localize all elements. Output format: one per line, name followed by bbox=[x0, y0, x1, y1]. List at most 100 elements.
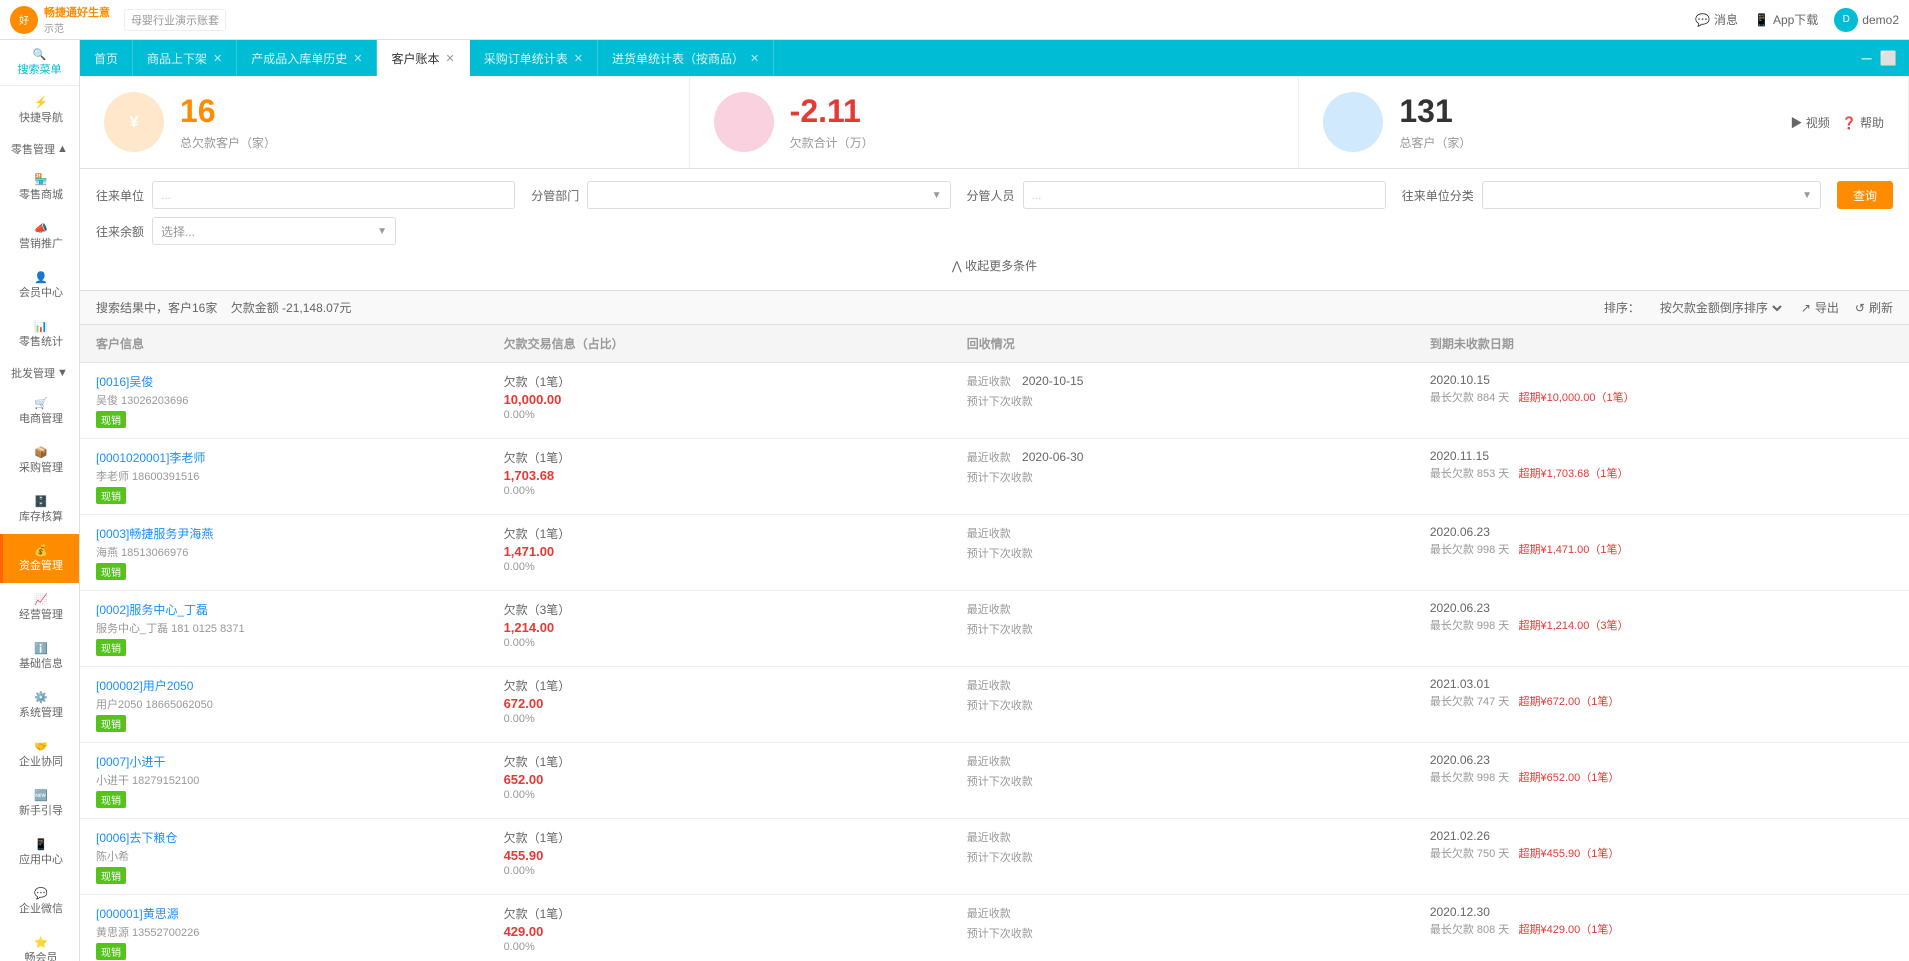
export-btn[interactable]: ↗ 导出 bbox=[1801, 299, 1839, 316]
main-layout: 🔍 搜索菜单 ⚡ 快捷导航 零售管理▲ 🏪 零售商城 📣 营销推广 👤 会员中心… bbox=[0, 40, 1909, 961]
tab-minimize-btn[interactable]: ─ bbox=[1858, 50, 1876, 66]
env-selector[interactable]: 母婴行业演示账套 bbox=[124, 9, 226, 31]
balance-label: 往来余额 bbox=[96, 223, 144, 240]
sidebar-item-marketing[interactable]: 📣 营销推广 bbox=[0, 212, 79, 261]
tab-customer-account[interactable]: 客户账本 ✕ bbox=[377, 40, 469, 76]
overdue-cell: 2020.12.30 最长欠款 808 天 超期¥429.00（1笔） bbox=[1430, 905, 1893, 937]
sidebar-item-member[interactable]: 👤 会员中心 bbox=[0, 261, 79, 310]
overdue-amount-link[interactable]: 超期¥1,471.00（1笔） bbox=[1518, 544, 1628, 556]
debt-amount[interactable]: 672.00 bbox=[504, 696, 967, 711]
overdue-amount-link[interactable]: 超期¥429.00（1笔） bbox=[1518, 924, 1619, 936]
sidebar-item-new-guide[interactable]: 🆕 新手引导 bbox=[0, 779, 79, 828]
sidebar-item-purchase[interactable]: 📦 采购管理 bbox=[0, 436, 79, 485]
sidebar-item-smooth-member[interactable]: ⭐ 畅会员 bbox=[0, 926, 79, 961]
customer-name[interactable]: [0006]去下粮仓 bbox=[96, 829, 504, 846]
balance-input[interactable]: 选择... ▼ bbox=[152, 217, 396, 245]
customer-name[interactable]: [0003]畅捷服务尹海燕 bbox=[96, 525, 504, 542]
customer-tag: 现销 bbox=[96, 487, 126, 504]
app-name: 畅捷通好生意 bbox=[44, 4, 110, 20]
tab-import-stat[interactable]: 进货单统计表（按商品） ✕ bbox=[598, 40, 774, 76]
sidebar-item-quick-nav[interactable]: ⚡ 快捷导航 bbox=[0, 86, 79, 135]
tab-home[interactable]: 首页 bbox=[80, 40, 133, 76]
customer-name[interactable]: [0007]小进干 bbox=[96, 753, 504, 770]
sidebar-item-retail-stat[interactable]: 📊 零售统计 bbox=[0, 310, 79, 359]
overdue-days: 最长欠款 998 天 超期¥1,214.00（3笔） bbox=[1430, 617, 1893, 633]
customer-info-cell: [0001020001]李老师 李老师 18600391516 现销 bbox=[96, 449, 504, 504]
debt-ratio: 0.00% bbox=[504, 409, 967, 421]
tab-close-purchase-order[interactable]: ✕ bbox=[574, 52, 583, 65]
debt-info-cell: 欠款（1笔） 455.90 0.00% bbox=[504, 829, 967, 877]
debt-amount[interactable]: 429.00 bbox=[504, 924, 967, 939]
customer-name[interactable]: [0001020001]李老师 bbox=[96, 449, 504, 466]
video-btn[interactable]: ▶ 视频 bbox=[1790, 114, 1829, 131]
app-download-btn[interactable]: 📱 App下载 bbox=[1754, 11, 1818, 28]
unit-class-input[interactable]: ▼ bbox=[1482, 181, 1821, 209]
overdue-amount-link[interactable]: 超期¥1,214.00（3笔） bbox=[1518, 620, 1628, 632]
tab-product-history[interactable]: 产成品入库单历史 ✕ bbox=[237, 40, 377, 76]
sidebar-item-enterprise[interactable]: 🤝 企业协同 bbox=[0, 730, 79, 779]
sidebar-item-batch-mgmt[interactable]: 批发管理▼ bbox=[0, 359, 79, 387]
filter-manager: 分管人员 ... bbox=[967, 181, 1386, 209]
tab-close-customer-account[interactable]: ✕ bbox=[446, 52, 455, 65]
tab-purchase-order[interactable]: 采购订单统计表 ✕ bbox=[470, 40, 598, 76]
customer-name[interactable]: [000001]黄思源 bbox=[96, 905, 504, 922]
sidebar-item-inventory[interactable]: 🗄️ 库存核算 bbox=[0, 485, 79, 534]
sidebar-item-basic-info[interactable]: ℹ️ 基础信息 bbox=[0, 632, 79, 681]
tab-maximize-btn[interactable]: ⬜ bbox=[1876, 50, 1901, 67]
overdue-days: 最长欠款 998 天 超期¥652.00（1笔） bbox=[1430, 769, 1893, 785]
customer-name[interactable]: [0016]吴俊 bbox=[96, 373, 504, 390]
debt-amount[interactable]: 1,214.00 bbox=[504, 620, 967, 635]
debt-amount[interactable]: 1,471.00 bbox=[504, 544, 967, 559]
user-menu[interactable]: D demo2 bbox=[1834, 8, 1899, 32]
summary-card-debt-total: -2.11 欠款合计（万） bbox=[690, 76, 1300, 168]
message-btn[interactable]: 💬 消息 bbox=[1695, 11, 1738, 28]
debt-amount[interactable]: 652.00 bbox=[504, 772, 967, 787]
top-bar: 好 畅捷通好生意 示范 母婴行业演示账套 💬 消息 📱 App下载 D demo… bbox=[0, 0, 1909, 40]
debt-amount[interactable]: 1,703.68 bbox=[504, 468, 967, 483]
overdue-date: 2020.10.15 bbox=[1430, 373, 1893, 387]
source-unit-input[interactable]: ... bbox=[152, 181, 515, 209]
next-collection: 预计下次收款 bbox=[967, 773, 1430, 789]
overdue-amount-link[interactable]: 超期¥1,703.68（1笔） bbox=[1518, 468, 1628, 480]
sort-select[interactable]: 按欠款金额倒序排序 bbox=[1656, 300, 1785, 316]
customer-info-cell: [0016]吴俊 吴俊 13026203696 现销 bbox=[96, 373, 504, 428]
search-button[interactable]: 查询 bbox=[1837, 181, 1893, 209]
card-icon-debt bbox=[714, 92, 774, 152]
debt-amount[interactable]: 10,000.00 bbox=[504, 392, 967, 407]
tab-product-shelf[interactable]: 商品上下架 ✕ bbox=[133, 40, 237, 76]
customer-tag: 现销 bbox=[96, 639, 126, 656]
sidebar-item-retail-mall[interactable]: 🏪 零售商城 bbox=[0, 163, 79, 212]
card-label-3: 总客户（家） bbox=[1399, 134, 1471, 151]
sidebar-search-label: 搜索菜单 bbox=[4, 61, 75, 77]
tab-close-product-shelf[interactable]: ✕ bbox=[213, 52, 222, 65]
sidebar-item-operations[interactable]: 📈 经营管理 bbox=[0, 583, 79, 632]
debt-amount[interactable]: 455.90 bbox=[504, 848, 967, 863]
recovery-cell: 最近收款 预计下次收款 bbox=[967, 753, 1430, 789]
customer-name[interactable]: [0002]服务中心_丁磊 bbox=[96, 601, 504, 618]
refresh-btn[interactable]: ↺ 刷新 bbox=[1855, 299, 1893, 316]
overdue-amount-link[interactable]: 超期¥672.00（1笔） bbox=[1518, 696, 1619, 708]
collapse-row[interactable]: ⋀ 收起更多条件 bbox=[96, 253, 1893, 278]
customer-name[interactable]: [000002]用户2050 bbox=[96, 677, 504, 694]
sidebar-item-system[interactable]: ⚙️ 系统管理 bbox=[0, 681, 79, 730]
customer-info-cell: [000001]黄思源 黄思源 13552700226 现销 bbox=[96, 905, 504, 960]
dept-input[interactable]: ▼ bbox=[587, 181, 950, 209]
overdue-amount-link[interactable]: 超期¥652.00（1笔） bbox=[1518, 772, 1619, 784]
tab-close-product-history[interactable]: ✕ bbox=[353, 52, 362, 65]
sidebar-item-finance[interactable]: 💰 资金管理 bbox=[0, 534, 79, 583]
table-row: [0002]服务中心_丁磊 服务中心_丁磊 181 0125 8371 现销 欠… bbox=[80, 591, 1909, 667]
sidebar-item-retail-mgmt[interactable]: 零售管理▲ bbox=[0, 135, 79, 163]
overdue-amount-link[interactable]: 超期¥10,000.00（1笔） bbox=[1518, 392, 1634, 404]
tab-close-import-stat[interactable]: ✕ bbox=[750, 52, 759, 65]
sidebar-item-app-center[interactable]: 📱 应用中心 bbox=[0, 828, 79, 877]
customer-info-cell: [0006]去下粮仓 陈小希 现销 bbox=[96, 829, 504, 884]
data-table: 客户信息 欠款交易信息（占比） 回收情况 到期未收款日期 [0016]吴俊 吴俊… bbox=[80, 325, 1909, 961]
sidebar-item-ecommerce[interactable]: 🛒 电商管理 bbox=[0, 387, 79, 436]
sidebar-item-enterprise-wechat[interactable]: 💬 企业微信 bbox=[0, 877, 79, 926]
manager-input[interactable]: ... bbox=[1023, 181, 1386, 209]
table-row: [0006]去下粮仓 陈小希 现销 欠款（1笔） 455.90 0.00% 最近… bbox=[80, 819, 1909, 895]
help-btn[interactable]: ❓ 帮助 bbox=[1842, 114, 1884, 131]
sidebar-search[interactable]: 🔍 搜索菜单 bbox=[0, 40, 79, 86]
summary-cards: ¥ 16 总欠款客户（家） -2.11 欠款合计（万） bbox=[80, 76, 1909, 169]
overdue-amount-link[interactable]: 超期¥455.90（1笔） bbox=[1518, 848, 1619, 860]
